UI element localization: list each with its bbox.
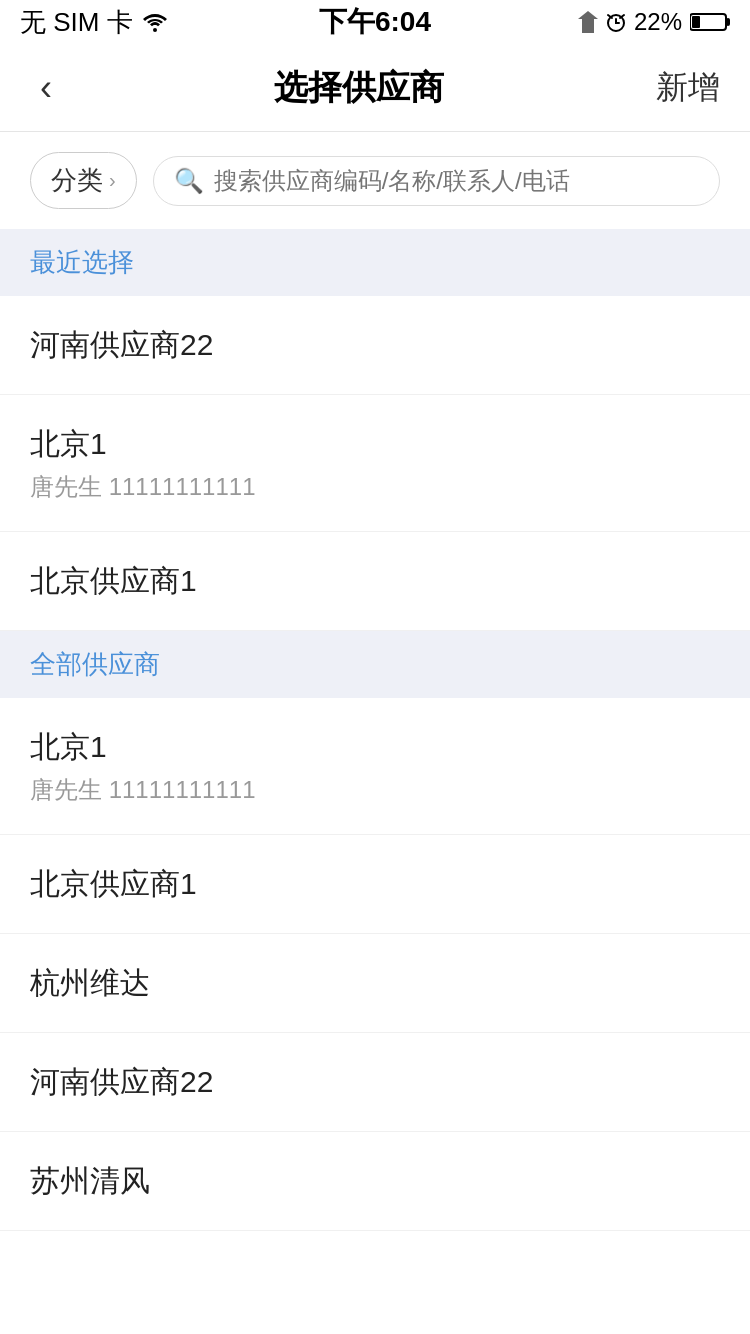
- recent-section-header: 最近选择: [0, 229, 750, 296]
- page-title: 选择供应商: [274, 65, 444, 111]
- item-name: 北京1: [30, 726, 720, 768]
- status-left: 无 SIM 卡: [20, 5, 169, 40]
- search-box: 🔍: [153, 156, 720, 206]
- category-button[interactable]: 分类 ›: [30, 152, 137, 209]
- item-name: 杭州维达: [30, 962, 720, 1004]
- list-item[interactable]: 苏州清风: [0, 1132, 750, 1231]
- item-name: 苏州清风: [30, 1160, 720, 1202]
- recent-list: 河南供应商22 北京1 唐先生 11111111111 北京供应商1: [0, 296, 750, 631]
- list-item[interactable]: 杭州维达: [0, 934, 750, 1033]
- search-input[interactable]: [214, 167, 699, 195]
- battery-percent: 22%: [634, 8, 682, 36]
- search-icon: 🔍: [174, 167, 204, 195]
- nav-bar: ‹ 选择供应商 新增: [0, 44, 750, 132]
- chevron-right-icon: ›: [109, 169, 116, 192]
- item-name: 河南供应商22: [30, 324, 720, 366]
- svg-rect-4: [692, 16, 700, 28]
- filter-bar: 分类 › 🔍: [0, 132, 750, 229]
- item-name: 北京供应商1: [30, 863, 720, 905]
- wifi-icon: [141, 11, 169, 33]
- svg-rect-3: [726, 18, 730, 26]
- list-item[interactable]: 北京1 唐先生 11111111111: [0, 395, 750, 532]
- category-label: 分类: [51, 163, 103, 198]
- item-name: 北京1: [30, 423, 720, 465]
- all-list: 北京1 唐先生 11111111111 北京供应商1 杭州维达河南供应商22 苏州清风: [0, 698, 750, 1231]
- item-name: 北京供应商1: [30, 560, 720, 602]
- item-sub: 唐先生 11111111111: [30, 774, 720, 806]
- item-name: 河南供应商22: [30, 1061, 720, 1103]
- list-item[interactable]: 北京供应商1: [0, 532, 750, 631]
- location-icon: [578, 11, 598, 33]
- item-sub: 唐先生 11111111111: [30, 471, 720, 503]
- battery-icon: [690, 12, 730, 32]
- back-button[interactable]: ‹: [30, 57, 62, 119]
- list-item[interactable]: 北京供应商1: [0, 835, 750, 934]
- add-button[interactable]: 新增: [656, 66, 720, 110]
- list-item[interactable]: 河南供应商22: [0, 1033, 750, 1132]
- alarm-icon: [606, 11, 626, 33]
- all-section-header: 全部供应商: [0, 631, 750, 698]
- svg-point-0: [153, 28, 157, 32]
- list-item[interactable]: 北京1 唐先生 11111111111: [0, 698, 750, 835]
- status-bar: 无 SIM 卡 下午6:04 22%: [0, 0, 750, 44]
- status-time: 下午6:04: [319, 3, 431, 41]
- recent-section-label: 最近选择: [30, 247, 134, 277]
- status-right: 22%: [578, 8, 730, 36]
- list-item[interactable]: 河南供应商22: [0, 296, 750, 395]
- all-section-label: 全部供应商: [30, 649, 160, 679]
- sim-label: 无 SIM 卡: [20, 5, 133, 40]
